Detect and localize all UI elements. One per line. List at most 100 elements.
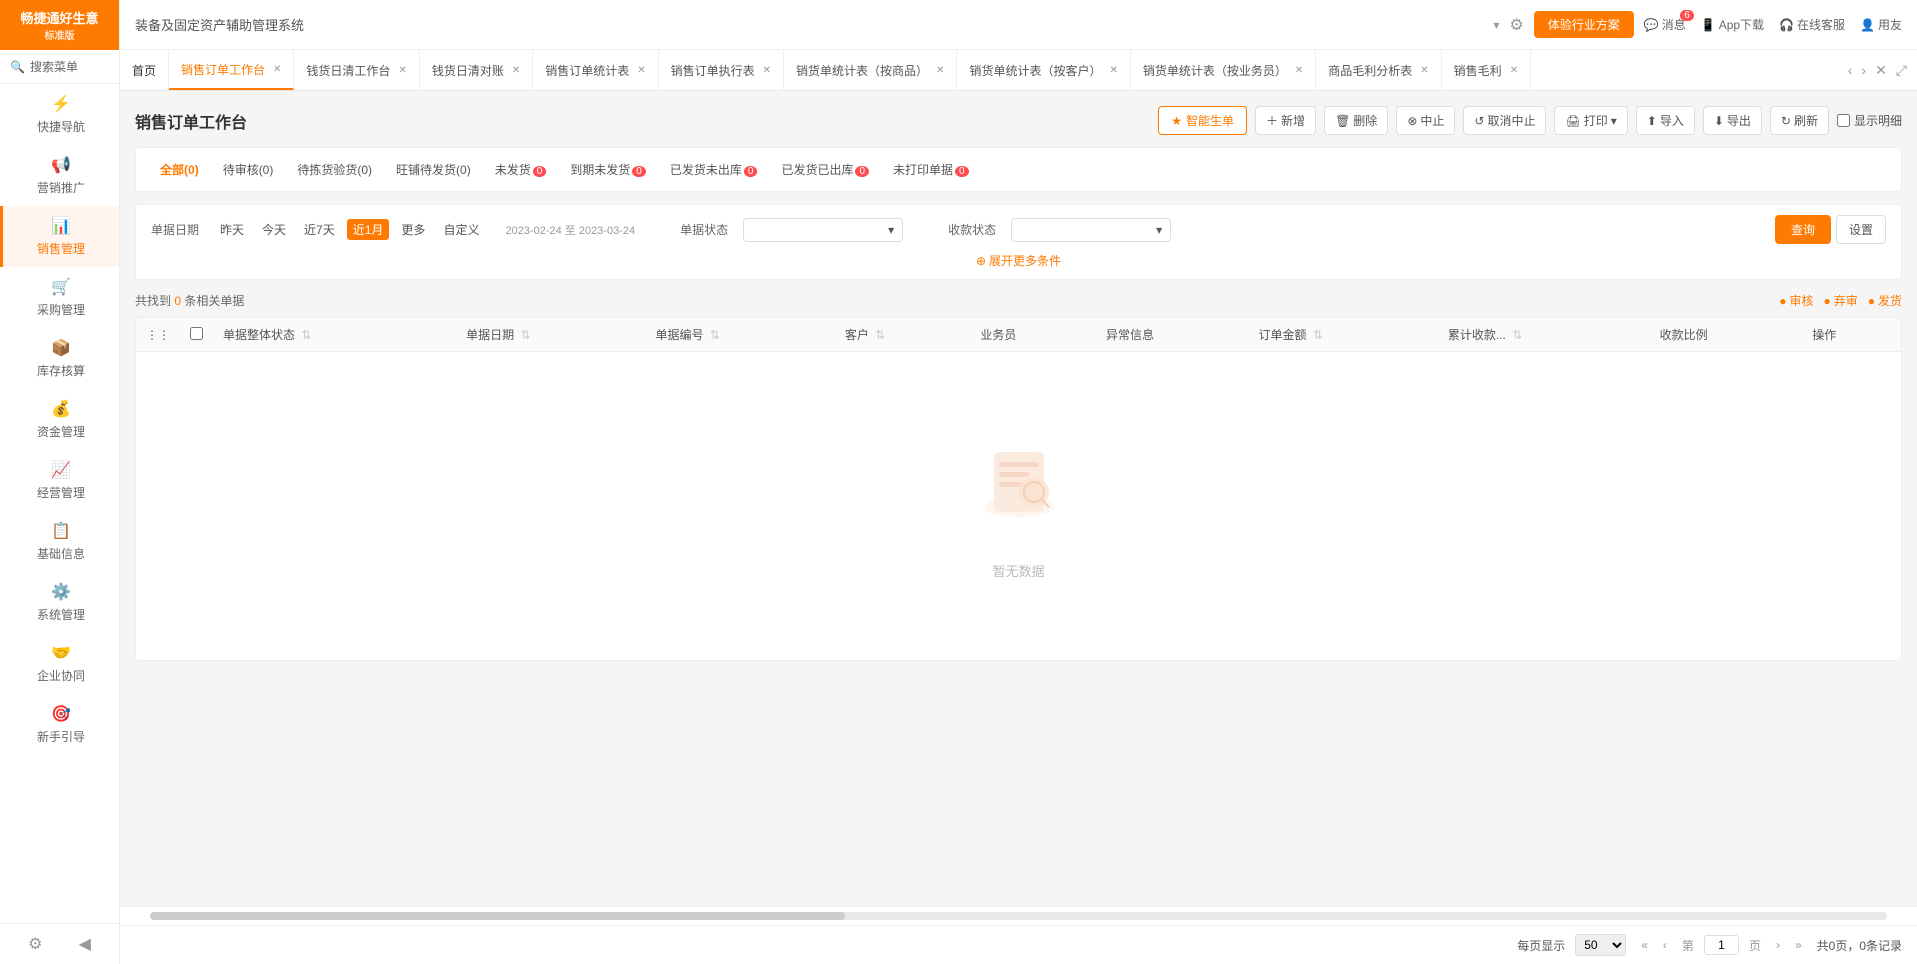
date-opt-custom[interactable]: 自定义 xyxy=(437,219,485,240)
import-btn[interactable]: ⬆ 导入 xyxy=(1636,106,1695,135)
tab-close-icon[interactable]: ✕ xyxy=(1510,65,1518,76)
solution-btn[interactable]: 体验行业方案 xyxy=(1534,11,1634,38)
set-btn[interactable]: 设置 xyxy=(1836,215,1886,244)
subtab-shipped-not-inbound[interactable]: 已发货未出库0 xyxy=(658,156,770,183)
page-last-btn[interactable]: » xyxy=(1790,936,1807,954)
tab-close-icon[interactable]: ✕ xyxy=(1295,65,1303,76)
payment-select[interactable]: ▾ xyxy=(1011,218,1171,242)
date-opt-yesterday[interactable]: 昨天 xyxy=(214,219,250,240)
status-select[interactable]: ▾ xyxy=(743,218,903,242)
expand-more-btn[interactable]: ⊕ 展开更多条件 xyxy=(976,252,1061,269)
user-btn[interactable]: 👤 用友 xyxy=(1860,16,1902,33)
topbar-gear-icon[interactable]: ⚙ xyxy=(1509,15,1523,35)
detail-toggle[interactable]: 显示明细 xyxy=(1837,112,1902,129)
delete-btn[interactable]: 🗑 删除 xyxy=(1324,106,1388,135)
cancel-stop-btn[interactable]: ↺ 取消中止 xyxy=(1463,106,1546,135)
tab-goods-margin[interactable]: 商品毛利分析表 ✕ xyxy=(1316,50,1441,90)
tab-sales-stat-customer[interactable]: 销货单统计表（按客户） ✕ xyxy=(957,50,1130,90)
tab-close-icon[interactable]: ✕ xyxy=(1420,65,1428,76)
sidebar-item-quick-nav[interactable]: ⚡ 快捷导航 xyxy=(0,84,119,145)
collapse-icon[interactable]: ◀ xyxy=(79,934,91,954)
tab-close-icon[interactable]: ✕ xyxy=(936,65,944,76)
subtab-pending-inspection[interactable]: 待拣货验货(0) xyxy=(285,156,384,183)
page-prev-btn[interactable]: ‹ xyxy=(1658,936,1672,954)
topbar-arrow-icon[interactable]: ▾ xyxy=(1493,18,1499,32)
sidebar-item-marketing[interactable]: 📢 营销推广 xyxy=(0,145,119,206)
refresh-btn[interactable]: ↻ 刷新 xyxy=(1770,106,1829,135)
sidebar-item-system[interactable]: ⚙️ 系统管理 xyxy=(0,572,119,633)
sidebar-item-base[interactable]: 📋 基础信息 xyxy=(0,511,119,572)
tab-close-icon[interactable]: ✕ xyxy=(512,65,520,76)
per-page-select[interactable]: 50 100 200 xyxy=(1575,934,1626,956)
scroll-track[interactable] xyxy=(150,912,1887,920)
col-date[interactable]: 单据日期 ⇅ xyxy=(456,318,645,352)
uncheck-btn[interactable]: ● 弃审 xyxy=(1823,292,1857,309)
col-amount[interactable]: 订单金额 ⇅ xyxy=(1249,318,1438,352)
sidebar-item-inventory[interactable]: 📦 库存核算 xyxy=(0,328,119,389)
sidebar-item-finance[interactable]: 💰 资金管理 xyxy=(0,389,119,450)
horizontal-scrollbar[interactable] xyxy=(120,906,1917,925)
tab-sales-stat-staff[interactable]: 销货单统计表（按业务员） ✕ xyxy=(1131,50,1316,90)
date-opt-more[interactable]: 更多 xyxy=(395,219,431,240)
sidebar-item-sales[interactable]: 📊 销售管理 xyxy=(0,206,119,267)
tab-prev-icon[interactable]: ‹ xyxy=(1846,60,1855,80)
col-number[interactable]: 单据编号 ⇅ xyxy=(646,318,835,352)
sidebar-item-label: 基础信息 xyxy=(37,545,85,562)
app-download-btn[interactable]: 📱 App下载 xyxy=(1701,16,1764,33)
sidebar-item-purchase[interactable]: 🛒 采购管理 xyxy=(0,267,119,328)
sidebar-item-search[interactable]: 🔍 搜索菜单 xyxy=(0,50,119,84)
tab-close-all-icon[interactable]: ✕ xyxy=(1873,60,1889,81)
date-opt-today[interactable]: 今天 xyxy=(256,219,292,240)
sidebar-item-operation[interactable]: 📈 经营管理 xyxy=(0,450,119,511)
detail-checkbox[interactable] xyxy=(1837,114,1850,127)
subtab-not-printed[interactable]: 未打印单据0 xyxy=(881,156,981,183)
print-btn[interactable]: 🖨 打印 ▾ xyxy=(1554,106,1627,135)
tab-close-icon[interactable]: ✕ xyxy=(1109,65,1117,76)
select-all-checkbox[interactable] xyxy=(190,327,203,340)
date-opt-1month[interactable]: 近1月 xyxy=(347,219,390,240)
tab-close-icon[interactable]: ✕ xyxy=(398,65,406,76)
review-btn[interactable]: ● 审核 xyxy=(1779,292,1813,309)
tab-sales-gross[interactable]: 销售毛利 ✕ xyxy=(1442,50,1531,90)
export-btn[interactable]: ⬇ 导出 xyxy=(1703,106,1762,135)
sidebar-item-label: 新手引导 xyxy=(37,728,85,745)
tab-close-icon[interactable]: ✕ xyxy=(763,65,771,76)
tab-close-icon[interactable]: ✕ xyxy=(273,64,281,75)
subtab-pending-review[interactable]: 待审核(0) xyxy=(211,156,286,183)
tab-sales-order-exec[interactable]: 销售订单执行表 ✕ xyxy=(659,50,784,90)
subtab-overdue-not-shipped[interactable]: 到期未发货0 xyxy=(558,156,658,183)
ship-btn[interactable]: ● 发货 xyxy=(1868,292,1902,309)
page-next-btn[interactable]: › xyxy=(1771,936,1785,954)
col-checkbox[interactable] xyxy=(180,318,213,352)
stop-btn[interactable]: ⊗ 中止 xyxy=(1396,106,1455,135)
tab-cash-daily-clear[interactable]: 钱货日清工作台 ✕ xyxy=(294,50,419,90)
messages-btn[interactable]: 💬 消息 6 xyxy=(1644,16,1686,33)
tab-cash-goods-reconcile[interactable]: 钱货日清对账 ✕ xyxy=(420,50,533,90)
online-service-btn[interactable]: 🎧 在线客服 xyxy=(1779,16,1845,33)
stop-icon: ⊗ xyxy=(1407,114,1417,128)
page-input[interactable] xyxy=(1704,935,1739,955)
page-first-btn[interactable]: « xyxy=(1636,936,1653,954)
add-btn[interactable]: ＋ 新增 xyxy=(1255,106,1316,135)
subtab-all[interactable]: 全部(0) xyxy=(148,156,211,183)
col-collected[interactable]: 累计收款... ⇅ xyxy=(1438,318,1650,352)
date-opt-7days[interactable]: 近7天 xyxy=(298,219,341,240)
tab-close-icon[interactable]: ✕ xyxy=(637,65,645,76)
smart-create-btn[interactable]: ★ 智能生单 xyxy=(1158,106,1247,135)
col-customer[interactable]: 客户 ⇅ xyxy=(835,318,971,352)
subtab-shipped-outbound[interactable]: 已发货已出库0 xyxy=(769,156,881,183)
tab-maximize-icon[interactable]: ⤢ xyxy=(1894,60,1909,81)
col-status[interactable]: 单据整体状态 ⇅ xyxy=(213,318,456,352)
subtab-wangpu-pending-ship[interactable]: 旺铺待发货(0) xyxy=(384,156,483,183)
tab-next-icon[interactable]: › xyxy=(1859,60,1868,80)
tab-home[interactable]: 首页 xyxy=(120,50,169,90)
settings-icon[interactable]: ⚙ xyxy=(28,934,42,954)
sidebar-item-collab[interactable]: 🤝 企业协同 xyxy=(0,633,119,694)
scroll-thumb[interactable] xyxy=(150,912,845,920)
tab-sales-order-stat[interactable]: 销售订单统计表 ✕ xyxy=(533,50,658,90)
sidebar-item-guide[interactable]: 🎯 新手引导 xyxy=(0,694,119,755)
subtab-not-shipped[interactable]: 未发货0 xyxy=(483,156,559,183)
tab-sales-stat-product[interactable]: 销货单统计表（按商品） ✕ xyxy=(784,50,957,90)
tab-sales-order-workbench[interactable]: 销售订单工作台 ✕ xyxy=(169,50,294,90)
query-btn[interactable]: 查询 xyxy=(1775,215,1831,244)
